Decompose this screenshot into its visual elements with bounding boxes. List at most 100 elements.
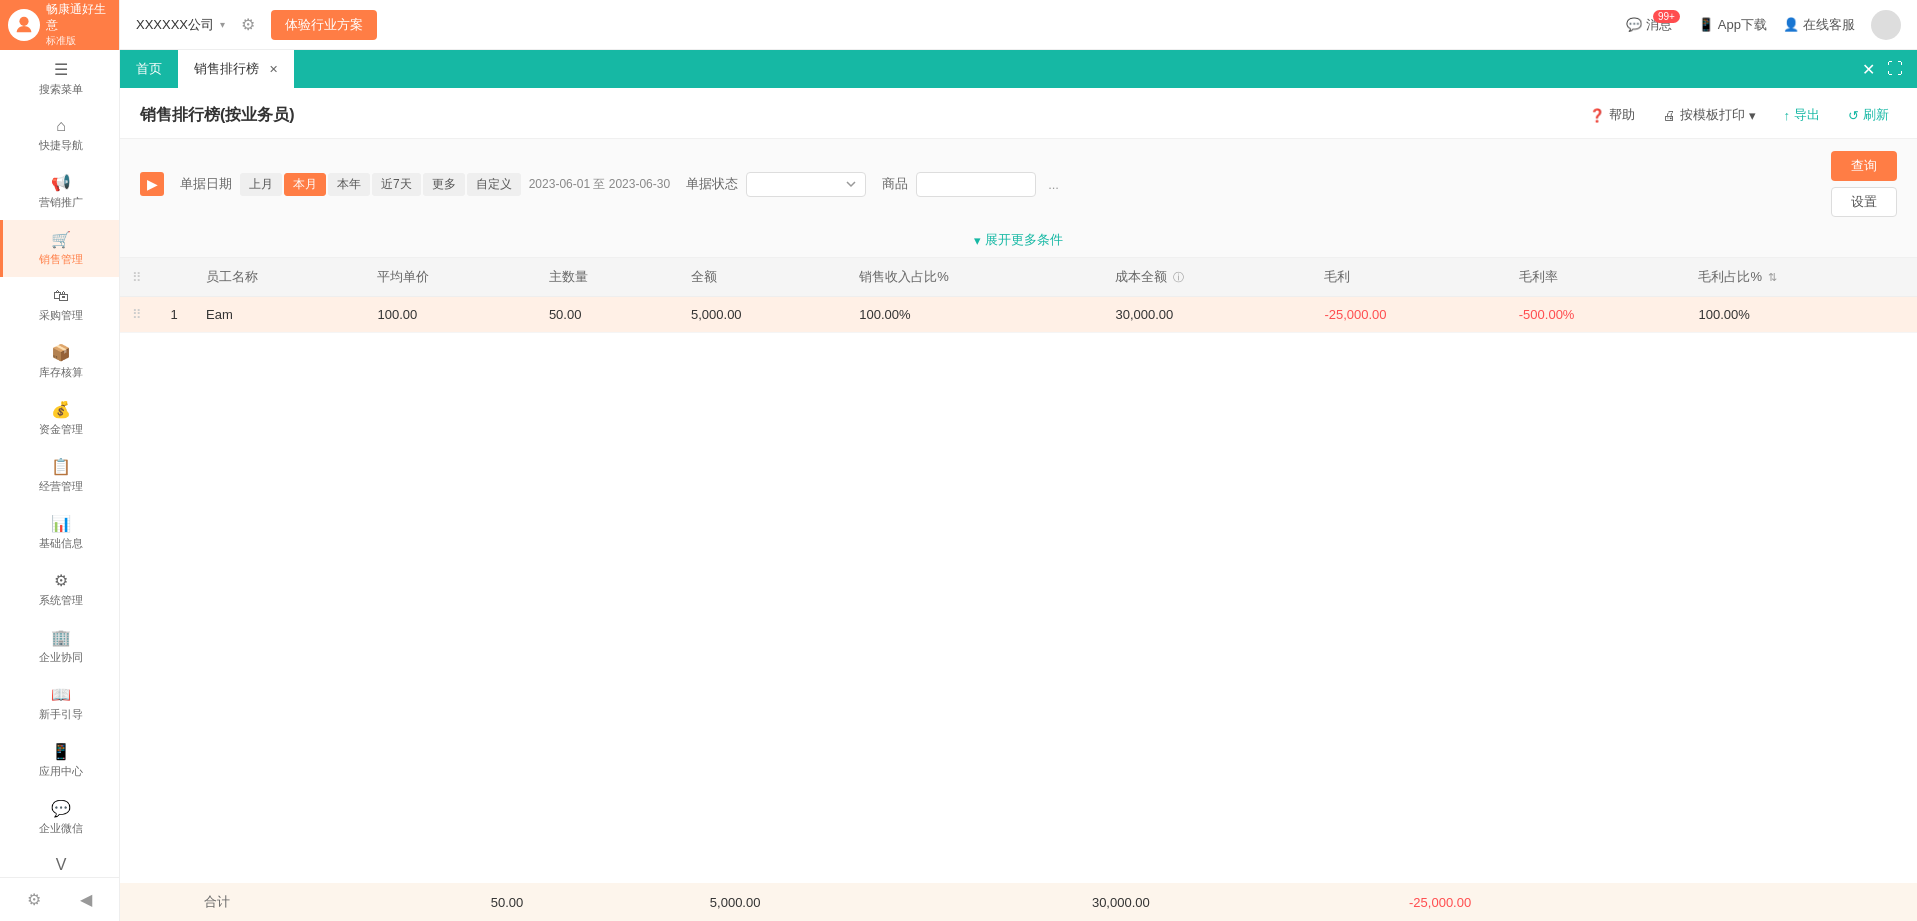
sidebar-item-sales[interactable]: 🛒 销售管理	[0, 220, 119, 277]
date-filter-label: 单据日期	[180, 175, 232, 193]
settings-button[interactable]: 设置	[1831, 187, 1897, 217]
sidebar-label-search: 搜索菜单	[39, 82, 83, 97]
message-button[interactable]: 💬 消息 99+	[1626, 16, 1672, 34]
date-btn-7days[interactable]: 近7天	[372, 173, 421, 196]
row-drag-icon[interactable]: ⠿	[132, 307, 142, 322]
th-qty: 主数量	[537, 258, 679, 297]
sidebar-settings-icon[interactable]: ⚙	[23, 886, 45, 913]
online-service-label: 在线客服	[1803, 16, 1855, 34]
sidebar-item-app-center[interactable]: 📱 应用中心	[0, 732, 119, 789]
date-buttons: 上月 本月 本年 近7天 更多 自定义	[240, 173, 521, 196]
table-spacer	[120, 571, 1917, 884]
sidebar-item-guide[interactable]: 📖 新手引导	[0, 675, 119, 732]
gear-icon[interactable]: ⚙	[237, 11, 259, 38]
drag-cell: ⠿	[120, 297, 154, 333]
th-cost: 成本全额 ⓘ	[1103, 258, 1312, 297]
goods-more-icon[interactable]: ...	[1044, 173, 1063, 196]
goods-input[interactable]	[916, 172, 1036, 197]
date-btn-more[interactable]: 更多	[423, 173, 465, 196]
tab-sales-rank[interactable]: 销售排行榜 ✕	[178, 50, 294, 88]
topbar-right: 💬 消息 99+ 📱 App下载 👤 在线客服	[1626, 10, 1901, 40]
close-all-tabs-icon[interactable]: ✕	[1860, 58, 1877, 81]
sidebar-icon-basic-info: 📊	[51, 514, 71, 533]
th-total: 全额	[679, 258, 847, 297]
sidebar-collapse-icon[interactable]: ◀	[76, 886, 96, 913]
sidebar-item-enterprise[interactable]: 🏢 企业协同	[0, 618, 119, 675]
main-content: XXXXXX公司 ▾ ⚙ 体验行业方案 💬 消息 99+ 📱 App下载 👤 在…	[120, 0, 1917, 921]
sidebar-label-quick-nav: 快捷导航	[39, 138, 83, 153]
sidebar-label-sales: 销售管理	[39, 252, 83, 267]
sidebar-label-basic-info: 基础信息	[39, 536, 83, 551]
home-tab-label: 首页	[136, 60, 162, 78]
table-header: ⠿ 员工名称 平均单价 主数量 全额 销售收入占比% 成本全额 ⓘ 毛利 毛利率…	[120, 258, 1917, 297]
tab-close-icon[interactable]: ✕	[269, 63, 278, 76]
export-icon: ↑	[1784, 108, 1791, 123]
tabbar-controls: ✕ ⛶	[1848, 58, 1917, 81]
table-row: ⠿ 1 Eam 100.00 50.00 5,000.00 100.00% 30…	[120, 297, 1917, 333]
total-amount: 5,000.00	[698, 883, 987, 921]
sidebar-item-quick-nav[interactable]: ⌂ 快捷导航	[0, 107, 119, 163]
date-btn-last-month[interactable]: 上月	[240, 173, 282, 196]
app-download-button[interactable]: 📱 App下载	[1698, 16, 1767, 34]
sidebar-item-purchase[interactable]: 🛍 采购管理	[0, 277, 119, 333]
qty-cell: 50.00	[537, 297, 679, 333]
expand-more-btn[interactable]: ▾ 展开更多条件	[974, 231, 1063, 249]
date-filter-group: 单据日期 上月 本月 本年 近7天 更多 自定义 2023-06-01 至 20…	[180, 173, 670, 196]
th-gross: 毛利	[1312, 258, 1506, 297]
page-actions: ❓ 帮助 🖨 按模板打印 ▾ ↑ 导出 ↺ 刷新	[1581, 102, 1898, 128]
cost-info-icon[interactable]: ⓘ	[1173, 271, 1184, 283]
sidebar-item-search[interactable]: ☰ 搜索菜单	[0, 50, 119, 107]
sidebar-label-operations: 经营管理	[39, 479, 83, 494]
name-cell: Eam	[194, 297, 365, 333]
sidebar-label-system: 系统管理	[39, 593, 83, 608]
date-btn-custom[interactable]: 自定义	[467, 173, 521, 196]
fullscreen-icon[interactable]: ⛶	[1885, 58, 1905, 80]
sidebar-item-marketing[interactable]: 📢 营销推广	[0, 163, 119, 220]
status-filter-group: 单据状态	[686, 172, 866, 197]
sidebar-label-inventory: 库存核算	[39, 365, 83, 380]
sidebar-item-basic-info[interactable]: 📊 基础信息	[0, 504, 119, 561]
status-select[interactable]	[746, 172, 866, 197]
sidebar-item-inventory[interactable]: 📦 库存核算	[0, 333, 119, 390]
goods-filter-group: 商品 ...	[882, 172, 1063, 197]
table-area: ⠿ 员工名称 平均单价 主数量 全额 销售收入占比% 成本全额 ⓘ 毛利 毛利率…	[120, 258, 1917, 571]
filter-row-1: ▶ 单据日期 上月 本月 本年 近7天 更多 自定义 2023-06-01 至 …	[140, 151, 1897, 217]
sidebar-item-system[interactable]: ⚙ 系统管理	[0, 561, 119, 618]
help-button[interactable]: ❓ 帮助	[1581, 102, 1643, 128]
help-icon: ❓	[1589, 108, 1605, 123]
gross-pct-sort-icon[interactable]: ⇅	[1768, 271, 1777, 283]
query-button[interactable]: 查询	[1831, 151, 1897, 181]
export-button[interactable]: ↑ 导出	[1776, 102, 1829, 128]
print-button[interactable]: 🖨 按模板打印 ▾	[1655, 102, 1764, 128]
sidebar-item-wechat[interactable]: 💬 企业微信	[0, 789, 119, 846]
gross-rate-cell: -500.00%	[1507, 297, 1687, 333]
table-body: ⠿ 1 Eam 100.00 50.00 5,000.00 100.00% 30…	[120, 297, 1917, 333]
refresh-button[interactable]: ↺ 刷新	[1840, 102, 1897, 128]
content-area: 销售排行榜(按业务员) ❓ 帮助 🖨 按模板打印 ▾ ↑ 导出 ↺ 刷新	[120, 88, 1917, 921]
th-gross-rate: 毛利率	[1507, 258, 1687, 297]
logo-icon	[8, 9, 40, 41]
company-selector[interactable]: XXXXXX公司 ▾	[136, 16, 225, 34]
trial-button[interactable]: 体验行业方案	[271, 10, 377, 40]
date-btn-this-month[interactable]: 本月	[284, 173, 326, 196]
sidebar-label-marketing: 营销推广	[39, 195, 83, 210]
sidebar-item-vip[interactable]: V 畅会员	[0, 846, 119, 877]
user-avatar[interactable]	[1871, 10, 1901, 40]
filter-expand-arrow[interactable]: ▶	[140, 172, 164, 196]
total-rank-spacer	[152, 883, 192, 921]
logo-sub: 标准版	[46, 34, 111, 48]
status-filter-label: 单据状态	[686, 175, 738, 193]
th-drag: ⠿	[120, 258, 154, 297]
sidebar-item-finance[interactable]: 💰 资金管理	[0, 390, 119, 447]
online-service-button[interactable]: 👤 在线客服	[1783, 16, 1855, 34]
goods-filter-label: 商品	[882, 175, 908, 193]
sidebar-icon-guide: 📖	[51, 685, 71, 704]
message-icon: 💬	[1626, 17, 1642, 32]
app-icon: 📱	[1698, 17, 1714, 32]
sidebar-item-operations[interactable]: 📋 经营管理	[0, 447, 119, 504]
sidebar-icon-vip: V	[56, 856, 67, 874]
date-btn-this-year[interactable]: 本年	[328, 173, 370, 196]
total-avg-spacer	[386, 883, 479, 921]
tab-home[interactable]: 首页	[120, 50, 178, 88]
sidebar-label-app-center: 应用中心	[39, 764, 83, 779]
